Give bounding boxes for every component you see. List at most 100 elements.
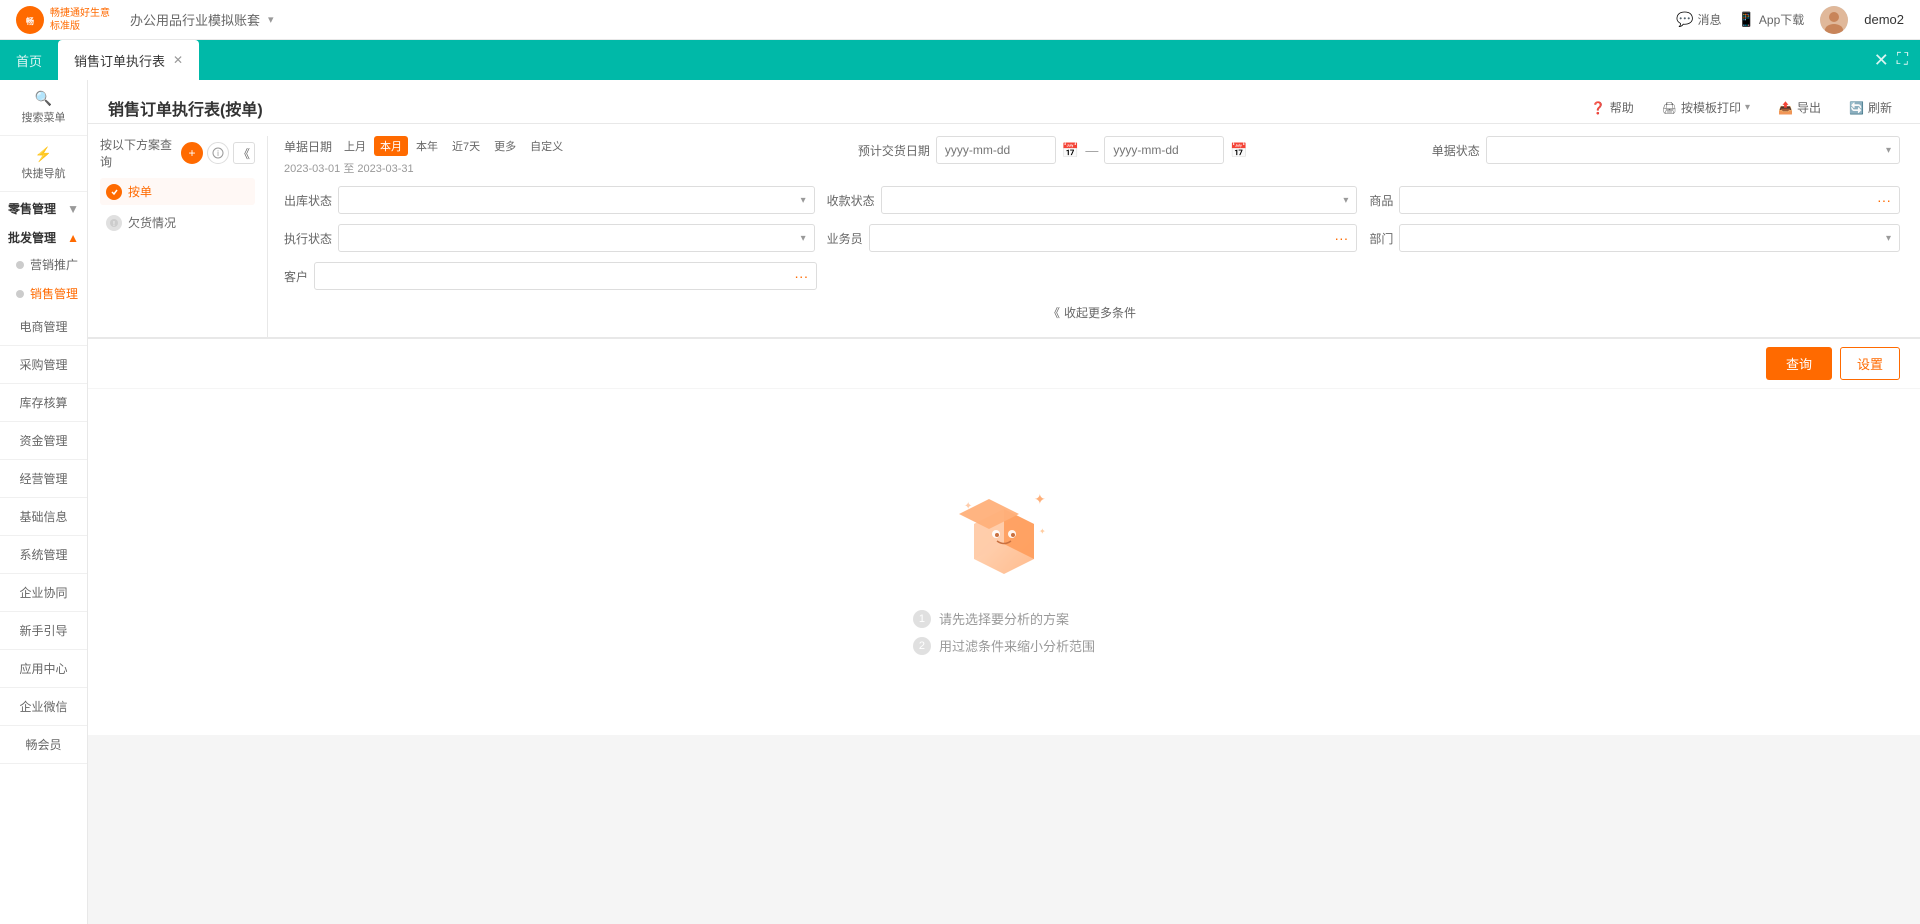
salesperson-dots[interactable]: ··· — [1334, 230, 1348, 246]
filter-panel: 按以下方案查询 + i 《 按单 — [88, 124, 1920, 338]
date-range-display: 2023-03-01 至 2023-03-31 — [284, 160, 846, 176]
message-icon: 💬 — [1676, 11, 1693, 28]
sidebar-item-inventory[interactable]: 库存核算 — [0, 384, 87, 422]
filter-right-panel: 单据日期 上月 本月 本年 近7天 更多 自定义 2023-03-01 至 20… — [268, 136, 1920, 337]
tab-close-icon[interactable]: ✕ — [173, 53, 183, 67]
department-label: 部门 — [1369, 230, 1393, 247]
date-tab-7days[interactable]: 近7天 — [446, 136, 486, 156]
sidebar-item-appstore[interactable]: 应用中心 — [0, 650, 87, 688]
sidebar-item-search[interactable]: 🔍 搜索菜单 — [0, 80, 87, 136]
sidebar-item-system[interactable]: 系统管理 — [0, 536, 87, 574]
app-download-button[interactable]: 📱 App下载 — [1737, 11, 1804, 28]
ship-status-label: 出库状态 — [284, 192, 332, 209]
date-tab-last-month[interactable]: 上月 — [338, 136, 372, 156]
sidebar-item-member[interactable]: 畅会员 — [0, 726, 87, 764]
date-separator: — — [1085, 143, 1098, 158]
department-select[interactable]: ▾ — [1399, 224, 1900, 252]
date-tab-this-month[interactable]: 本月 — [374, 136, 408, 156]
tab-home[interactable]: 首页 — [0, 40, 58, 80]
exec-status-select[interactable]: ▾ — [338, 224, 815, 252]
sidebar-item-purchase[interactable]: 采购管理 — [0, 346, 87, 384]
sidebar-item-corpwechat[interactable]: 企业微信 — [0, 688, 87, 726]
goods-input-area[interactable]: ··· — [1399, 186, 1900, 214]
goods-label: 商品 — [1369, 192, 1393, 209]
window-minimize-icon[interactable]: ✕ — [1874, 50, 1889, 71]
filter-plan-header: 按以下方案查询 + i 《 — [100, 136, 255, 170]
department-arrow-icon: ▾ — [1886, 233, 1891, 244]
window-maximize-icon[interactable]: ⛶ — [1897, 51, 1908, 69]
sidebar-item-newbie[interactable]: 新手引导 — [0, 612, 87, 650]
nav-arrow-icon[interactable]: ▾ — [268, 13, 274, 26]
sidebar-item-operations[interactable]: 经营管理 — [0, 460, 87, 498]
plan-actions: + i 《 — [181, 142, 255, 164]
plan-item-by-order[interactable]: 按单 — [100, 178, 255, 205]
sales-label: 销售管理 — [30, 285, 78, 302]
filter-date-group: 单据日期 上月 本月 本年 近7天 更多 自定义 2023-03-01 至 20… — [284, 136, 846, 176]
collapse-button[interactable]: 《 收起更多条件 — [1048, 304, 1136, 321]
sidebar-item-corp[interactable]: 企业协同 — [0, 574, 87, 612]
customer-dots[interactable]: ··· — [794, 268, 808, 284]
refresh-button[interactable]: 🔄 刷新 — [1841, 95, 1900, 120]
help-button[interactable]: ❓ 帮助 — [1583, 95, 1642, 120]
delivery-date-end-input[interactable] — [1104, 136, 1224, 164]
sidebar-sub-sales[interactable]: 销售管理 — [0, 279, 87, 308]
ship-status-select[interactable]: ▾ — [338, 186, 815, 214]
date-tab-this-year[interactable]: 本年 — [410, 136, 444, 156]
by-order-icon — [106, 184, 122, 200]
plan-item-shortage[interactable]: ! 欠货情况 — [100, 209, 255, 236]
content-area: 销售订单执行表(按单) ❓ 帮助 🖨 按模板打印 ▾ 📤 导出 🔄 刷新 — [88, 80, 1920, 924]
filter-salesperson: 业务员 ··· — [827, 224, 1358, 252]
sales-dot — [16, 290, 24, 298]
order-status-select[interactable]: ▾ — [1486, 136, 1900, 164]
export-button[interactable]: 📤 导出 — [1770, 95, 1829, 120]
tab-bar: 首页 销售订单执行表 ✕ ✕ ⛶ — [0, 40, 1920, 80]
sidebar-item-ecommerce[interactable]: 电商管理 — [0, 308, 87, 346]
settings-button[interactable]: 设置 — [1840, 347, 1900, 380]
customer-label: 客户 — [284, 268, 308, 285]
query-button[interactable]: 查询 — [1766, 347, 1832, 380]
sidebar-item-finance[interactable]: 资金管理 — [0, 422, 87, 460]
empty-state: ✦ ✦ ✦ 1 请先选择要分析的方案 2 — [88, 389, 1920, 735]
system-label: 系统管理 — [19, 546, 67, 563]
empty-tips: 1 请先选择要分析的方案 2 用过滤条件来缩小分析范围 — [913, 609, 1095, 655]
empty-illustration: ✦ ✦ ✦ — [944, 469, 1064, 589]
basic-label: 基础信息 — [19, 508, 67, 525]
action-bar: 查询 设置 — [88, 338, 1920, 388]
cal-icon-start[interactable]: 📅 — [1062, 142, 1079, 159]
collapse-row: 《 收起更多条件 — [284, 300, 1900, 325]
sidebar-item-wholesale[interactable]: 批发管理 ▲ — [0, 221, 87, 250]
order-status-label: 单据状态 — [1432, 142, 1480, 159]
date-tab-more[interactable]: 更多 — [488, 136, 522, 156]
goods-dots[interactable]: ··· — [1877, 192, 1891, 208]
customer-input-area[interactable]: ··· — [314, 262, 817, 290]
sidebar-item-retail[interactable]: 零售管理 ▼ — [0, 192, 87, 221]
wholesale-arrow-icon: ▲ — [67, 231, 79, 245]
add-plan-button[interactable]: + — [181, 142, 203, 164]
payment-status-select[interactable]: ▾ — [881, 186, 1358, 214]
app-download-label: App下载 — [1759, 11, 1804, 28]
sidebar-item-basic[interactable]: 基础信息 — [0, 498, 87, 536]
user-name[interactable]: demo2 — [1864, 12, 1904, 27]
export-icon: 📤 — [1778, 101, 1793, 115]
sidebar: 🔍 搜索菜单 ⚡ 快捷导航 零售管理 ▼ 批发管理 ▲ 营销推广 销售管理 电商… — [0, 80, 88, 924]
print-button[interactable]: 🖨 按模板打印 ▾ — [1654, 95, 1758, 120]
purchase-label: 采购管理 — [19, 356, 67, 373]
date-tabs: 上月 本月 本年 近7天 更多 自定义 — [338, 136, 569, 156]
payment-status-label: 收款状态 — [827, 192, 875, 209]
plan-item-by-order-label: 按单 — [128, 183, 152, 200]
tab-sales-order[interactable]: 销售订单执行表 ✕ — [58, 40, 199, 80]
payment-status-arrow-icon: ▾ — [1343, 195, 1348, 206]
salesperson-input-area[interactable]: ··· — [869, 224, 1358, 252]
collapse-plan-button[interactable]: 《 — [233, 142, 255, 164]
sidebar-item-quicknav[interactable]: ⚡ 快捷导航 — [0, 136, 87, 192]
print-arrow-icon: ▾ — [1745, 102, 1750, 113]
delivery-date-start-input[interactable] — [936, 136, 1056, 164]
edit-plan-button[interactable]: i — [207, 142, 229, 164]
date-tab-custom[interactable]: 自定义 — [524, 136, 569, 156]
sidebar-sub-marketing[interactable]: 营销推广 — [0, 250, 87, 279]
message-button[interactable]: 💬 消息 — [1676, 11, 1721, 28]
cal-icon-end[interactable]: 📅 — [1230, 142, 1247, 159]
corpwechat-label: 企业微信 — [19, 698, 67, 715]
logo-text: 畅捷通好生意 标准版 — [50, 7, 110, 33]
filter-department: 部门 ▾ — [1369, 224, 1900, 252]
